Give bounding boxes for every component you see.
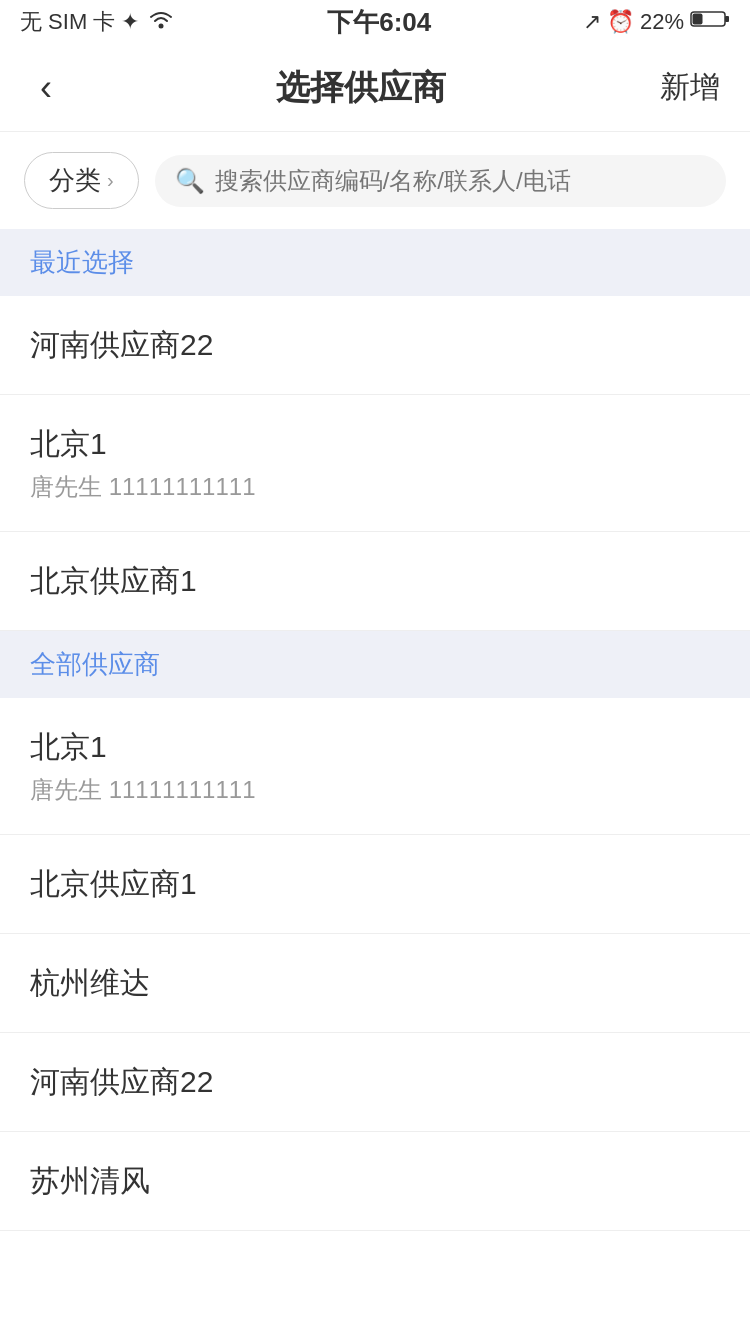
recent-list-item[interactable]: 北京1 唐先生 11111111111 — [0, 395, 750, 532]
item-detail: 唐先生 11111111111 — [30, 774, 720, 806]
item-name: 苏州清风 — [30, 1160, 720, 1202]
item-detail: 唐先生 11111111111 — [30, 471, 720, 503]
item-name: 北京供应商1 — [30, 560, 720, 602]
sim-status: 无 SIM 卡 ✦ — [20, 7, 139, 37]
item-name: 河南供应商22 — [30, 324, 720, 366]
all-section-header: 全部供应商 — [0, 631, 750, 698]
recent-section-label: 最近选择 — [30, 247, 134, 277]
all-list-item[interactable]: 北京供应商1 — [0, 835, 750, 934]
status-left: 无 SIM 卡 ✦ — [20, 7, 175, 37]
all-list-item[interactable]: 苏州清风 — [0, 1132, 750, 1231]
recent-list-item[interactable]: 河南供应商22 — [0, 296, 750, 395]
all-list-item[interactable]: 河南供应商22 — [0, 1033, 750, 1132]
alarm-icon: ⏰ — [607, 9, 634, 35]
svg-point-0 — [159, 24, 164, 29]
recent-items-list: 河南供应商22 北京1 唐先生 11111111111 北京供应商1 — [0, 296, 750, 631]
chevron-right-icon: › — [107, 169, 114, 192]
status-right: ↗ ⏰ 22% — [583, 9, 730, 35]
nav-bar: ‹ 选择供应商 新增 — [0, 44, 750, 132]
wifi-icon — [147, 9, 175, 35]
item-name: 杭州维达 — [30, 962, 720, 1004]
search-input[interactable] — [215, 167, 706, 195]
status-bar: 无 SIM 卡 ✦ 下午6:04 ↗ ⏰ 22% — [0, 0, 750, 44]
item-name: 河南供应商22 — [30, 1061, 720, 1103]
add-button[interactable]: 新增 — [660, 67, 720, 108]
svg-rect-3 — [692, 14, 702, 25]
item-name: 北京1 — [30, 726, 720, 768]
filter-bar: 分类 › 🔍 — [0, 132, 750, 229]
all-list-item[interactable]: 杭州维达 — [0, 934, 750, 1033]
back-button[interactable]: ‹ — [30, 57, 62, 119]
recent-section-header: 最近选择 — [0, 229, 750, 296]
location-icon: ↗ — [583, 9, 601, 35]
status-time: 下午6:04 — [327, 5, 431, 40]
search-box[interactable]: 🔍 — [155, 155, 726, 207]
all-list-item[interactable]: 北京1 唐先生 11111111111 — [0, 698, 750, 835]
recent-list-item[interactable]: 北京供应商1 — [0, 532, 750, 631]
all-items-list: 北京1 唐先生 11111111111 北京供应商1 杭州维达河南供应商22 苏州清风 — [0, 698, 750, 1231]
category-button[interactable]: 分类 › — [24, 152, 139, 209]
page-title: 选择供应商 — [276, 65, 446, 111]
battery-percent: 22% — [640, 9, 684, 35]
category-label: 分类 — [49, 163, 101, 198]
svg-rect-2 — [725, 16, 729, 22]
all-section-label: 全部供应商 — [30, 649, 160, 679]
search-icon: 🔍 — [175, 167, 205, 195]
battery-icon — [690, 9, 730, 35]
item-name: 北京1 — [30, 423, 720, 465]
item-name: 北京供应商1 — [30, 863, 720, 905]
